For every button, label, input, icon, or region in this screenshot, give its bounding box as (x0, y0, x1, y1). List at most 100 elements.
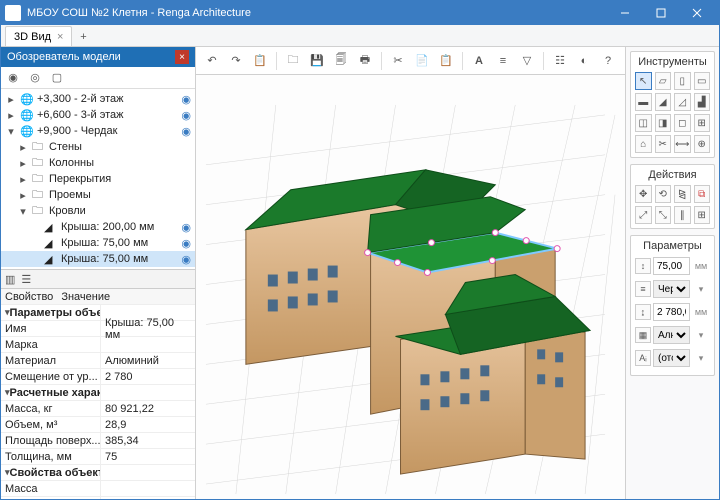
help-button[interactable]: ? (598, 51, 618, 71)
actions-group: Действия ✥ ⟲ ⧎ ⧉ ⤢ ⤡ ∥ ⊞ (630, 164, 715, 229)
tool-ramp[interactable]: ◿ (674, 93, 691, 111)
eye-icon[interactable]: ◉ (181, 253, 191, 266)
prop-row: Наименование (1, 497, 195, 499)
style-icon: Aᵢ (635, 350, 651, 366)
main-toolbar: ↶ ↷ 📋 🗀 💾 🗐 🖶 ✂ 📄 📋 A ≡ ▽ ☷ ◐ ? (196, 47, 625, 75)
actions-title: Действия (635, 169, 710, 181)
open-button[interactable]: 🗀 (283, 51, 303, 71)
eye-icon[interactable]: ◉ (181, 125, 191, 138)
filter-button[interactable]: ▽ (517, 51, 537, 71)
tab-close-icon[interactable]: × (57, 31, 63, 43)
action-mirror[interactable]: ⧎ (674, 185, 691, 203)
add-tab-button[interactable]: + (74, 28, 92, 46)
tool-door[interactable]: ◨ (655, 114, 672, 132)
roof-icon: ◢ (44, 237, 58, 249)
tool-railing[interactable]: ⊞ (694, 114, 711, 132)
tool-stair[interactable]: ▟ (694, 93, 711, 111)
copy-button[interactable]: 📄 (412, 51, 432, 71)
tree-category[interactable]: ▾🗀Кровли (1, 203, 195, 219)
show-all-icon[interactable]: ◉ (5, 70, 21, 86)
roof-icon: ◢ (44, 253, 58, 265)
eye-icon[interactable]: ◉ (181, 237, 191, 250)
tool-select[interactable]: ↖ (635, 72, 652, 90)
thickness-input[interactable] (653, 257, 690, 275)
prop-row: ИмяКрыша: 75,00 мм (1, 321, 195, 337)
action-move[interactable]: ✥ (635, 185, 652, 203)
tree-level[interactable]: ▾🌐+9,900 - Чердак◉ (1, 123, 195, 139)
tree-category[interactable]: ▸🗀Колонны (1, 155, 195, 171)
folder-icon: 🗀 (32, 141, 46, 153)
tools-group: Инструменты ↖ ▱ ▯ ▭ ▬ ◢ ◿ ▟ ◫ ◨ ◻ ⊞ ⌂ ✂ … (630, 51, 715, 158)
style-select[interactable]: (отсутствует) (653, 349, 690, 367)
tree-category[interactable]: ▸🗀Стены (1, 139, 195, 155)
params-group: Параметры ↕мм ≡Чердак▾ ↨мм ▦Алюминий▾ Aᵢ… (630, 235, 715, 376)
tree-item-roof[interactable]: ◢Крыша: 75,00 мм◉ (1, 235, 195, 251)
model-tree[interactable]: ▸🌐+3,300 - 2-й этаж◉ ▸🌐+6,600 - 3-й этаж… (1, 89, 195, 269)
settings-button[interactable]: ≡ (493, 51, 513, 71)
print-button[interactable]: 🖶 (355, 51, 375, 71)
section-own[interactable]: Свойства объекта (1, 465, 195, 481)
visual-style-button[interactable]: ◐ (574, 51, 594, 71)
eye-icon[interactable]: ◉ (181, 93, 191, 106)
tool-roof[interactable]: ◢ (655, 93, 672, 111)
eye-icon[interactable]: ◉ (181, 109, 191, 122)
tool-column[interactable]: ▯ (674, 72, 691, 90)
manage-button[interactable]: ☷ (550, 51, 570, 71)
level-icon: 🌐 (20, 125, 34, 137)
action-rotate[interactable]: ⟲ (655, 185, 672, 203)
level-icon: ≡ (635, 281, 651, 297)
material-select[interactable]: Алюминий (653, 326, 690, 344)
tool-dimension[interactable]: ⟷ (674, 135, 691, 153)
grid-mode-icon[interactable]: ▥ (5, 273, 15, 286)
action-extend[interactable]: ⤡ (655, 206, 672, 224)
tool-section[interactable]: ✂ (655, 135, 672, 153)
tab-3d-view[interactable]: 3D Вид× (5, 26, 72, 46)
params-title: Параметры (635, 240, 710, 252)
paste-button[interactable]: 📋 (436, 51, 456, 71)
tree-item-roof[interactable]: ◢Крыша: 75,00 мм◉ (1, 251, 195, 267)
tool-opening[interactable]: ◻ (674, 114, 691, 132)
folder-icon: 🗀 (32, 173, 46, 185)
action-offset[interactable]: ∥ (674, 206, 691, 224)
offset-input[interactable] (653, 303, 690, 321)
material-icon: ▦ (635, 327, 651, 343)
tool-axis[interactable]: ⊕ (694, 135, 711, 153)
prop-row: Объем, м³28,9 (1, 417, 195, 433)
undo-button[interactable]: ↶ (202, 51, 222, 71)
model-browser-panel: Обозреватель модели× ◉ ◎ ▢ ▸🌐+3,300 - 2-… (1, 47, 196, 499)
tree-category[interactable]: ▸🗀Проемы (1, 187, 195, 203)
cut-button[interactable]: ✂ (388, 51, 408, 71)
tree-level[interactable]: ▸🌐+6,600 - 3-й этаж◉ (1, 107, 195, 123)
filter-icon[interactable]: ☰ (21, 273, 31, 286)
maximize-button[interactable] (643, 1, 679, 25)
text-button[interactable]: A (469, 51, 489, 71)
tool-wall[interactable]: ▱ (655, 72, 672, 90)
dropdown-icon: ▾ (692, 330, 710, 341)
redo-button[interactable]: ↷ (226, 51, 246, 71)
tool-beam[interactable]: ▬ (635, 93, 652, 111)
panel-close-button[interactable]: × (175, 50, 189, 64)
save-button[interactable]: 💾 (307, 51, 327, 71)
tree-item-roof[interactable]: ◢Крыша: 200,00 мм◉ (1, 219, 195, 235)
document-tabbar: 3D Вид× + (1, 25, 719, 47)
export-button[interactable]: 🗐 (331, 51, 351, 71)
action-array[interactable]: ⊞ (694, 206, 711, 224)
thickness-icon: ↕ (635, 258, 651, 274)
action-trim[interactable]: ⤢ (635, 206, 652, 224)
action-copy[interactable]: ⧉ (694, 185, 711, 203)
tree-level[interactable]: ▸🌐+3,300 - 2-й этаж◉ (1, 91, 195, 107)
close-button[interactable] (679, 1, 715, 25)
isolate-icon[interactable]: ▢ (49, 70, 65, 86)
section-calc[interactable]: Расчетные характеристики (1, 385, 195, 401)
dropdown-icon: ▾ (692, 284, 710, 295)
copy-props-button[interactable]: 📋 (250, 51, 270, 71)
3d-viewport[interactable] (196, 75, 625, 499)
tool-window[interactable]: ◫ (635, 114, 652, 132)
eye-icon[interactable]: ◉ (181, 221, 191, 234)
minimize-button[interactable] (607, 1, 643, 25)
visibility-toggle-icon[interactable]: ◎ (27, 70, 43, 86)
tool-room[interactable]: ⌂ (635, 135, 652, 153)
level-select[interactable]: Чердак (653, 280, 690, 298)
tool-floor[interactable]: ▭ (694, 72, 711, 90)
tree-category[interactable]: ▸🗀Перекрытия (1, 171, 195, 187)
